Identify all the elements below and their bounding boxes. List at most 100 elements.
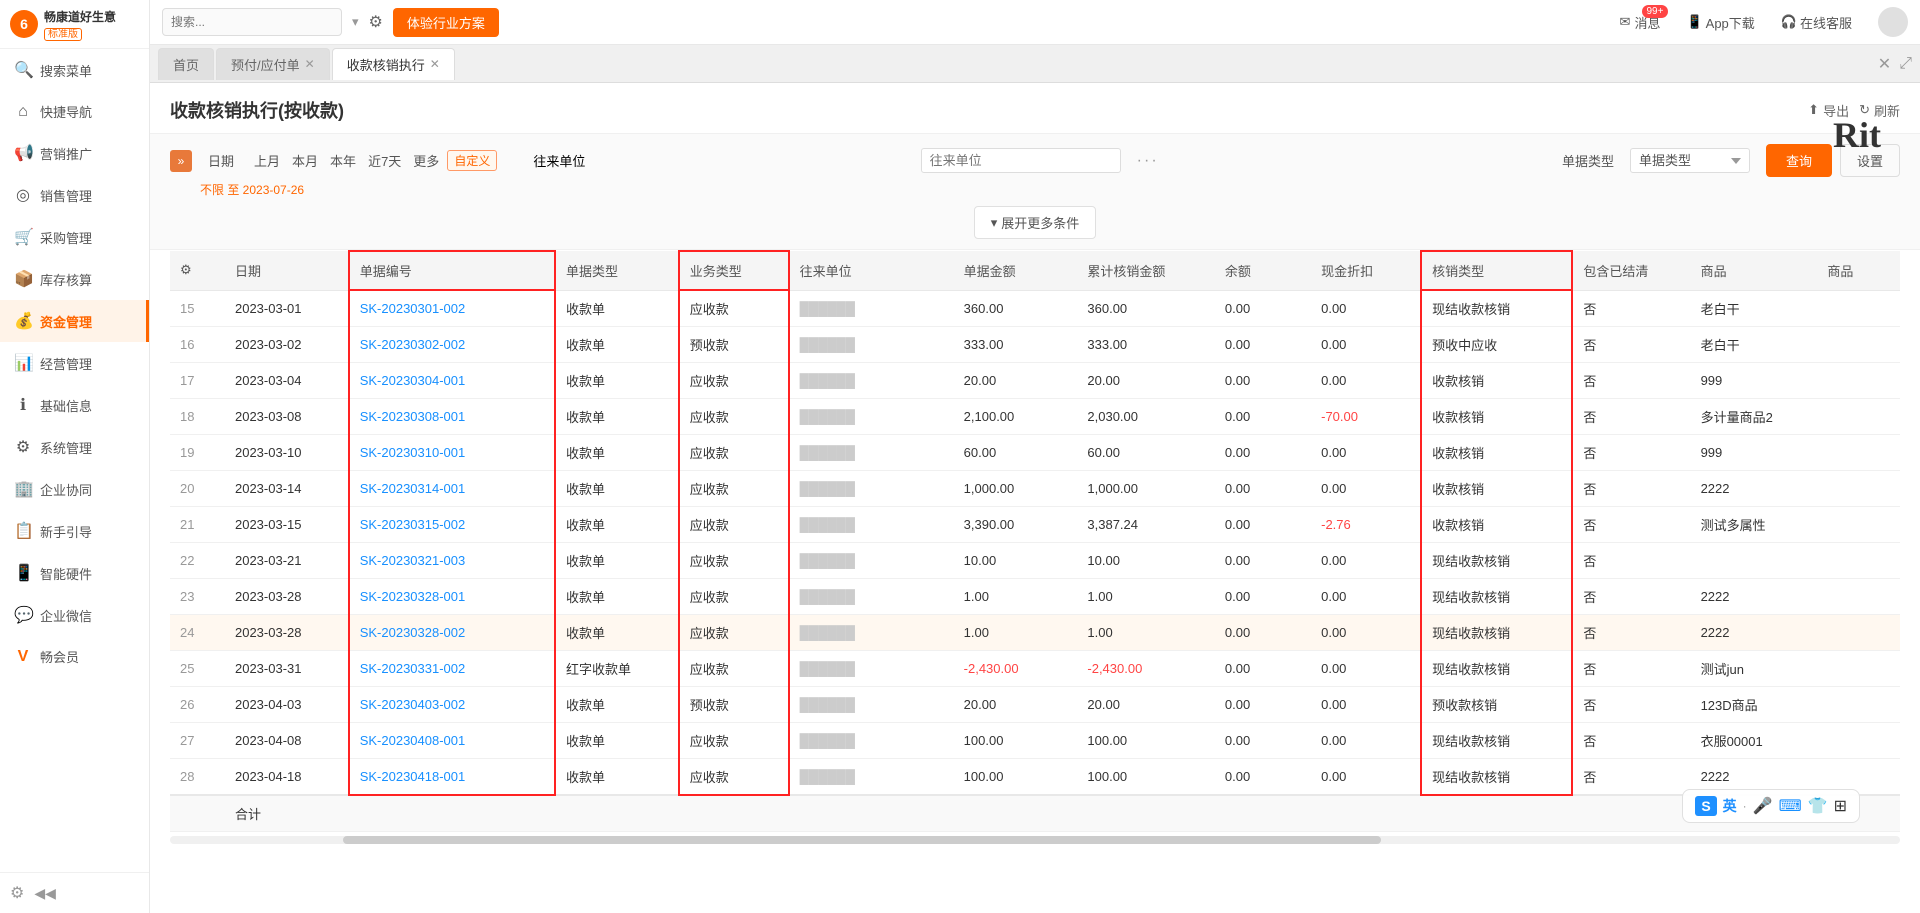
voucher-link[interactable]: SK-20230308-001: [360, 409, 466, 424]
row-voucher-type: 收款单: [555, 723, 679, 759]
main-table: ⚙ 日期 单据编号 单据类型 业务类型 往来单位 单据金额 累计核销金额 余额 …: [170, 250, 1900, 832]
sidebar-item-finance[interactable]: 💰 资金管理: [0, 300, 149, 342]
table-scrollbar[interactable]: [170, 836, 1900, 844]
row-voucher-no[interactable]: SK-20230321-003: [349, 543, 555, 579]
wechat-icon: 💬: [14, 605, 32, 625]
collapse-icon[interactable]: ◀◀: [34, 885, 56, 902]
sidebar-logo[interactable]: 6 畅康道好生意 标准版: [0, 0, 149, 49]
row-voucher-no[interactable]: SK-20230408-001: [349, 723, 555, 759]
row-voucher-no[interactable]: SK-20230302-002: [349, 327, 555, 363]
settings-icon[interactable]: ⚙: [10, 883, 24, 903]
row-voucher-no[interactable]: SK-20230331-002: [349, 651, 555, 687]
date-prev-month-button[interactable]: 上月: [250, 149, 284, 172]
table-row: 242023-03-28SK-20230328-002收款单应收款██████1…: [170, 615, 1900, 651]
total-cell-8: [1215, 795, 1311, 832]
notification-button[interactable]: ✉ 消息 99+: [1620, 13, 1661, 32]
sidebar-item-search[interactable]: 🔍 搜索菜单: [0, 49, 149, 91]
sidebar-item-inventory[interactable]: 📦 库存核算: [0, 258, 149, 300]
query-button[interactable]: 查询: [1766, 144, 1832, 177]
date-curr-year-button[interactable]: 本年: [326, 149, 360, 172]
tab-collection-close[interactable]: ✕: [430, 57, 440, 71]
row-writeoff-type: 现结收款核销: [1421, 723, 1572, 759]
expand-icon[interactable]: ⤢: [1899, 55, 1912, 73]
row-cash-discount: 0.00: [1311, 363, 1421, 399]
row-voucher-type: 收款单: [555, 687, 679, 723]
gear-column-header[interactable]: ⚙: [170, 251, 225, 290]
voucher-type-select[interactable]: 单据类型: [1630, 148, 1750, 173]
row-voucher-no[interactable]: SK-20230304-001: [349, 363, 555, 399]
sidebar-item-purchase[interactable]: 🛒 采购管理: [0, 216, 149, 258]
row-voucher-no[interactable]: SK-20230310-001: [349, 435, 555, 471]
sidebar-item-corp[interactable]: 🏢 企业协同: [0, 468, 149, 510]
sidebar-item-marketing[interactable]: 📢 营销推广: [0, 132, 149, 174]
voucher-link[interactable]: SK-20230418-001: [360, 769, 466, 784]
expand-conditions-button[interactable]: ▾ 展开更多条件: [974, 206, 1097, 239]
export-icon: ⬆: [1808, 102, 1819, 118]
tab-prepay[interactable]: 预付/应付单 ✕: [216, 48, 330, 80]
close-all-icon[interactable]: ✕: [1878, 54, 1891, 74]
sidebar-item-operations-label: 经营管理: [40, 354, 92, 373]
sidebar-item-member[interactable]: V 畅会员: [0, 636, 149, 677]
row-voucher-no[interactable]: SK-20230315-002: [349, 507, 555, 543]
row-voucher-no[interactable]: SK-20230314-001: [349, 471, 555, 507]
row-voucher-no[interactable]: SK-20230328-001: [349, 579, 555, 615]
voucher-link[interactable]: SK-20230302-002: [360, 337, 466, 352]
voucher-link[interactable]: SK-20230315-002: [360, 517, 466, 532]
row-date: 2023-04-03: [225, 687, 349, 723]
voucher-link[interactable]: SK-20230331-002: [360, 661, 466, 676]
main-area: ▾ ⚙ 体验行业方案 ✉ 消息 99+ 📱 App下载 🎧 在线客服 首页 预付…: [150, 0, 1920, 913]
row-biz-type: 应收款: [679, 615, 789, 651]
topbar: ▾ ⚙ 体验行业方案 ✉ 消息 99+ 📱 App下载 🎧 在线客服: [150, 0, 1920, 45]
row-biz-type: 预收款: [679, 327, 789, 363]
voucher-link[interactable]: SK-20230301-002: [360, 301, 466, 316]
row-voucher-no[interactable]: SK-20230308-001: [349, 399, 555, 435]
sidebar-item-basic[interactable]: ℹ 基础信息: [0, 384, 149, 426]
gear-settings-icon[interactable]: ⚙: [180, 262, 192, 277]
sidebar-item-sales[interactable]: ◎ 销售管理: [0, 174, 149, 216]
date-curr-month-button[interactable]: 本月: [288, 149, 322, 172]
voucher-link[interactable]: SK-20230310-001: [360, 445, 466, 460]
gear-icon[interactable]: ⚙: [369, 12, 383, 32]
partner-input[interactable]: [921, 148, 1121, 173]
voucher-link[interactable]: SK-20230304-001: [360, 373, 466, 388]
search-input[interactable]: [162, 8, 342, 36]
sidebar-item-operations[interactable]: 📊 经营管理: [0, 342, 149, 384]
solution-button[interactable]: 体验行业方案: [393, 8, 499, 37]
row-number: 27: [170, 723, 225, 759]
voucher-link[interactable]: SK-20230321-003: [360, 553, 466, 568]
more-options-icon[interactable]: ···: [1137, 152, 1159, 170]
row-voucher-no[interactable]: SK-20230301-002: [349, 290, 555, 327]
sidebar-item-system[interactable]: ⚙ 系统管理: [0, 426, 149, 468]
row-voucher-no[interactable]: SK-20230418-001: [349, 759, 555, 796]
row-date: 2023-03-28: [225, 579, 349, 615]
row-product2: [1817, 687, 1900, 723]
date-custom-button[interactable]: 自定义: [447, 150, 497, 171]
sidebar-item-wechat[interactable]: 💬 企业微信: [0, 594, 149, 636]
voucher-link[interactable]: SK-20230403-002: [360, 697, 466, 712]
row-amount: 2,100.00: [954, 399, 1078, 435]
filter-toggle-button[interactable]: »: [170, 150, 192, 172]
sidebar-item-quick[interactable]: ⌂ 快捷导航: [0, 91, 149, 132]
dropdown-icon[interactable]: ▾: [352, 14, 359, 30]
voucher-link[interactable]: SK-20230408-001: [360, 733, 466, 748]
tab-prepay-close[interactable]: ✕: [305, 57, 315, 71]
row-voucher-no[interactable]: SK-20230403-002: [349, 687, 555, 723]
app-download-button[interactable]: 📱 App下载: [1686, 13, 1754, 32]
voucher-link[interactable]: SK-20230328-002: [360, 625, 466, 640]
date-7days-button[interactable]: 近7天: [364, 149, 405, 172]
voucher-link[interactable]: SK-20230328-001: [360, 589, 466, 604]
voucher-link[interactable]: SK-20230314-001: [360, 481, 466, 496]
sidebar-item-guide[interactable]: 📋 新手引导: [0, 510, 149, 552]
total-cell-3: [555, 795, 679, 832]
tab-home[interactable]: 首页: [158, 48, 214, 80]
user-avatar[interactable]: [1878, 7, 1908, 37]
row-product2: [1817, 507, 1900, 543]
service-button[interactable]: 🎧 在线客服: [1781, 13, 1852, 32]
date-more-button[interactable]: 更多: [409, 149, 443, 172]
row-partner: ██████: [789, 399, 954, 435]
tab-collection[interactable]: 收款核销执行 ✕: [332, 48, 455, 80]
row-voucher-no[interactable]: SK-20230328-002: [349, 615, 555, 651]
row-product: 衣服00001: [1691, 723, 1818, 759]
row-amount: 1,000.00: [954, 471, 1078, 507]
sidebar-item-hardware[interactable]: 📱 智能硬件: [0, 552, 149, 594]
